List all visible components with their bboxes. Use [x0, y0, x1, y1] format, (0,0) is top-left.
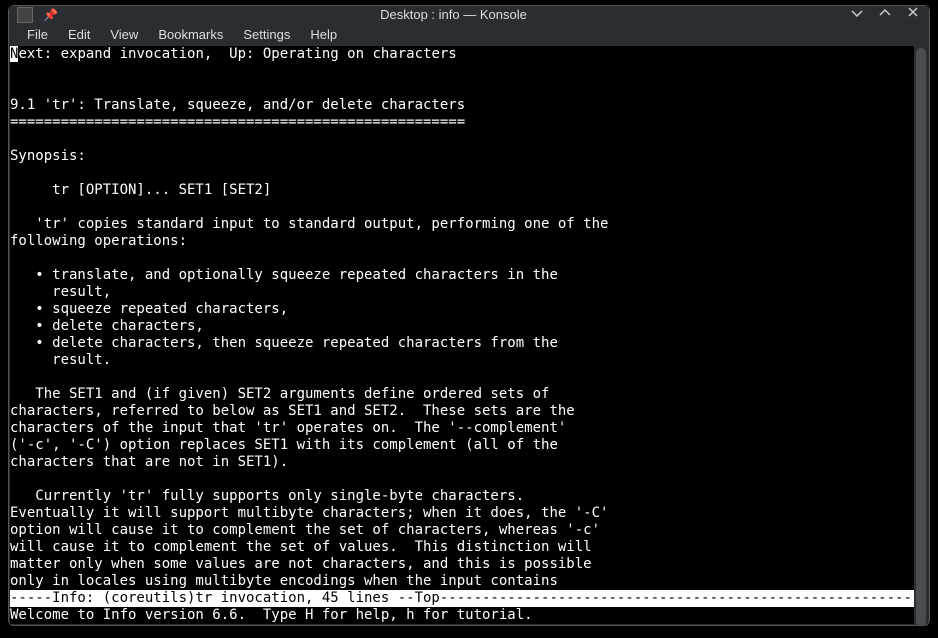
info-status-line: -----Info: (coreutils)tr invocation, 45 …: [10, 590, 914, 607]
window-title: Desktop : info — Konsole: [58, 7, 849, 22]
titlebar-left: 📌: [17, 7, 58, 23]
menu-edit[interactable]: Edit: [58, 23, 100, 46]
minimize-button[interactable]: [849, 6, 865, 23]
menubar: File Edit View Bookmarks Settings Help: [9, 23, 929, 46]
menu-file[interactable]: File: [17, 23, 58, 46]
titlebar: 📌 Desktop : info — Konsole: [9, 6, 929, 23]
app-icon: [17, 7, 33, 23]
maximize-button[interactable]: [877, 6, 893, 23]
menu-bookmarks[interactable]: Bookmarks: [148, 23, 233, 46]
close-button[interactable]: [905, 6, 921, 23]
menu-settings[interactable]: Settings: [233, 23, 300, 46]
window-controls: [849, 6, 921, 23]
terminal-content[interactable]: Next: expand invocation, Up: Operating o…: [10, 46, 914, 624]
scrollbar-thumb[interactable]: [916, 48, 926, 626]
menu-view[interactable]: View: [100, 23, 148, 46]
pin-icon[interactable]: 📌: [43, 8, 58, 22]
terminal-body-lines: 9.1 'tr': Translate, squeeze, and/or del…: [10, 97, 608, 589]
scrollbar[interactable]: [914, 46, 928, 624]
menu-help[interactable]: Help: [300, 23, 347, 46]
terminal-area: Next: expand invocation, Up: Operating o…: [10, 46, 928, 624]
konsole-window: 📌 Desktop : info — Konsole File Edit Vie…: [8, 5, 930, 626]
welcome-line: Welcome to Info version 6.6. Type H for …: [10, 607, 914, 624]
line-0-rest: ext: expand invocation, Up: Operating on…: [18, 46, 456, 62]
